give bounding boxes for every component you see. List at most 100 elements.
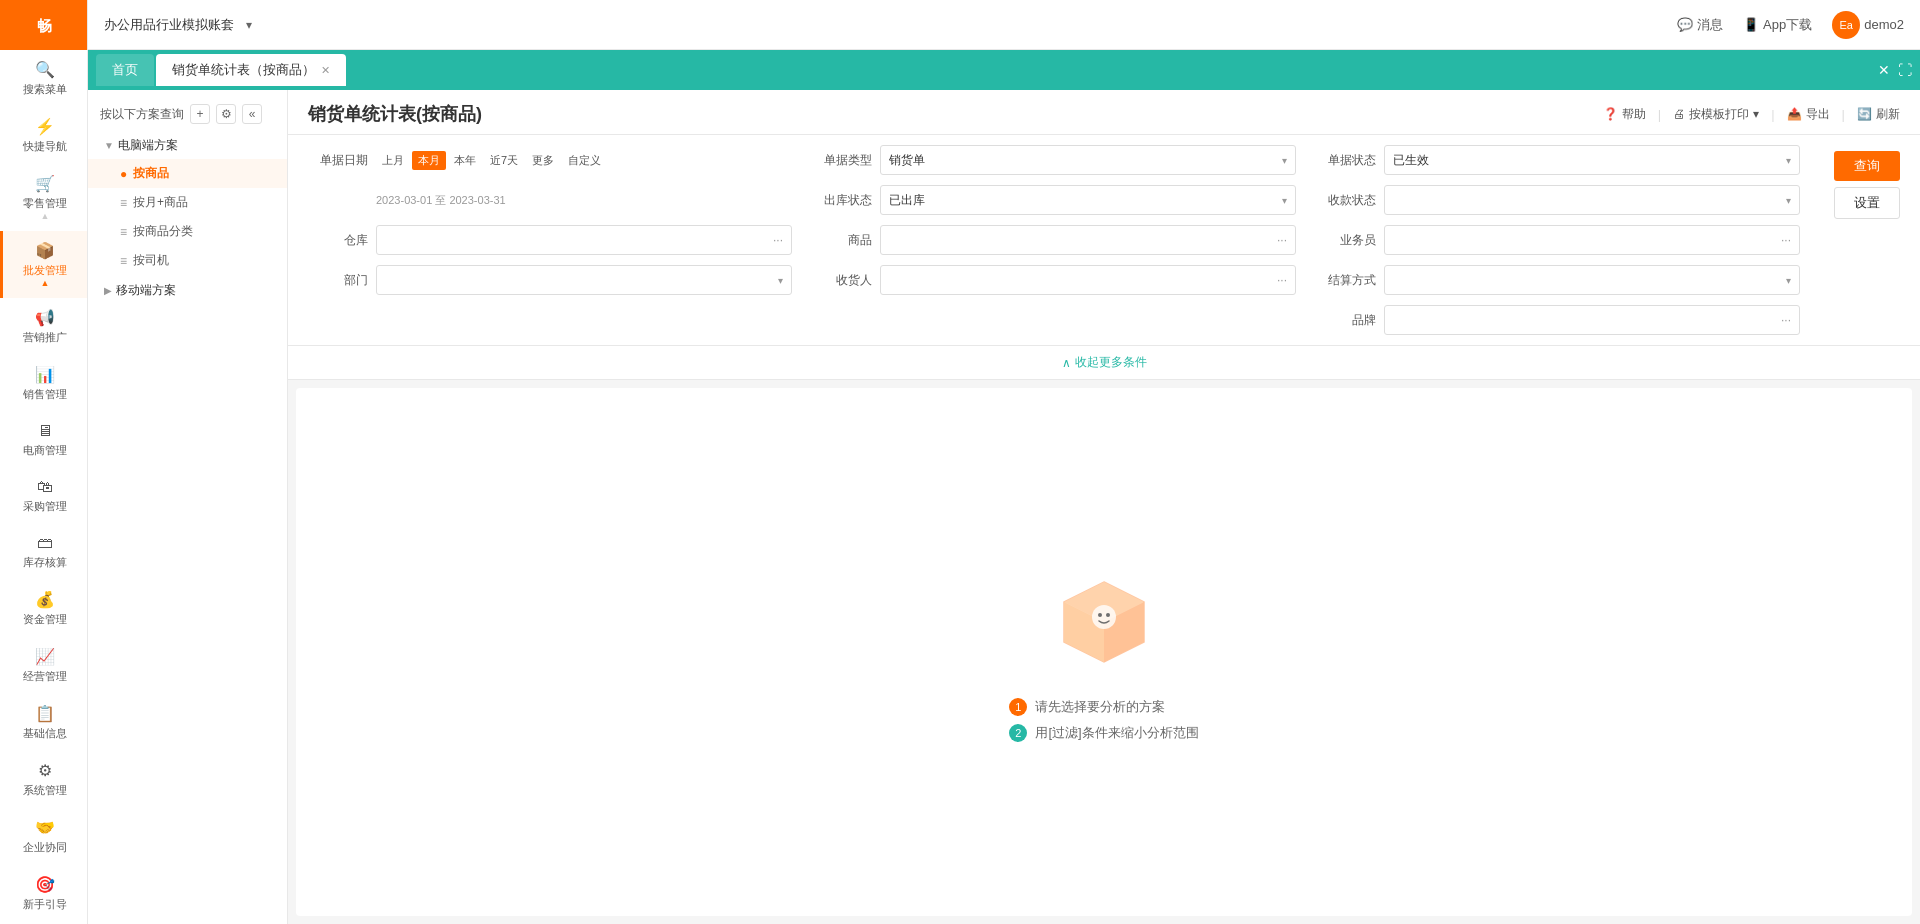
more-date-btn[interactable]: 更多 bbox=[526, 151, 560, 170]
message-label: 消息 bbox=[1697, 16, 1723, 34]
query-button[interactable]: 查询 bbox=[1834, 151, 1900, 181]
pc-group-title[interactable]: ▼ 电脑端方案 bbox=[88, 132, 287, 159]
enterprise-icon: 🤝 bbox=[35, 818, 55, 837]
settings-icon: ⚙ bbox=[221, 107, 232, 121]
sidebar-item-system[interactable]: ⚙ 系统管理 bbox=[0, 751, 87, 808]
outstatus-input[interactable]: 已出库 ▾ bbox=[880, 185, 1296, 215]
sidebar-item-basic[interactable]: 📋 基础信息 bbox=[0, 694, 87, 751]
left-item-by-product[interactable]: ● 按商品 bbox=[88, 159, 287, 188]
sidebar-item-inventory[interactable]: 🗃 库存核算 bbox=[0, 524, 87, 580]
left-item-by-category[interactable]: ≡ 按商品分类 bbox=[88, 217, 287, 246]
add-scheme-btn[interactable]: + bbox=[190, 104, 210, 124]
receiptstatus-label: 收款状态 bbox=[1316, 192, 1376, 209]
main-area: 办公用品行业模拟账套 ▾ 💬 消息 📱 App下载 Ea demo2 首页 bbox=[88, 0, 1920, 924]
collapse-label: 收起更多条件 bbox=[1075, 354, 1147, 371]
sidebar-item-marketing[interactable]: 📢 营销推广 bbox=[0, 298, 87, 355]
filter-receiptstatus-field: 收款状态 ▾ bbox=[1316, 185, 1800, 215]
mobile-group-title[interactable]: ▶ 移动端方案 bbox=[88, 277, 287, 304]
filter-doctype-field: 单据类型 销货单 ▾ bbox=[812, 145, 1296, 175]
brand-input[interactable]: ··· bbox=[1384, 305, 1800, 335]
tab-stats[interactable]: 销货单统计表（按商品） ✕ bbox=[156, 54, 346, 86]
settings-button[interactable]: 设置 bbox=[1834, 187, 1900, 219]
sidebar-item-enterprise[interactable]: 🤝 企业协同 bbox=[0, 808, 87, 865]
by-month-product-icon: ≡ bbox=[120, 196, 127, 210]
message-btn[interactable]: 💬 消息 bbox=[1677, 16, 1723, 34]
sidebar-item-search[interactable]: 🔍 搜索菜单 bbox=[0, 50, 87, 107]
sidebar-item-retail-label: 零售管理 bbox=[23, 196, 67, 211]
department-input[interactable]: ▾ bbox=[376, 265, 792, 295]
tip-text-1: 请先选择要分析的方案 bbox=[1035, 698, 1165, 716]
salesman-input[interactable]: ··· bbox=[1384, 225, 1800, 255]
refresh-btn[interactable]: 🔄 刷新 bbox=[1857, 106, 1900, 123]
close-window-btn[interactable]: ✕ bbox=[1878, 62, 1890, 78]
docstatus-input[interactable]: 已生效 ▾ bbox=[1384, 145, 1800, 175]
collapse-more-btn[interactable]: ∧ 收起更多条件 bbox=[1062, 354, 1147, 371]
warehouse-dots: ··· bbox=[773, 233, 783, 247]
this-year-btn[interactable]: 本年 bbox=[448, 151, 482, 170]
settlement-input[interactable]: ▾ bbox=[1384, 265, 1800, 295]
sales-icon: 📊 bbox=[35, 365, 55, 384]
sidebar-item-operations[interactable]: 📈 经营管理 bbox=[0, 637, 87, 694]
retail-arrow: ▲ bbox=[41, 211, 50, 221]
this-month-btn[interactable]: 本月 bbox=[412, 151, 446, 170]
avatar: Ea bbox=[1832, 11, 1860, 39]
salesman-dots: ··· bbox=[1781, 233, 1791, 247]
tabbar: 首页 销货单统计表（按商品） ✕ ✕ ⛶ bbox=[88, 50, 1920, 90]
sidebar: 畅 🔍 搜索菜单 ⚡ 快捷导航 🛒 零售管理 ▲ 📦 批发管理 ▲ 📢 营销推广… bbox=[0, 0, 88, 924]
tab-close-btn[interactable]: ✕ bbox=[321, 64, 330, 77]
date-range-display: 2023-03-01 至 2023-03-31 bbox=[376, 193, 792, 208]
sidebar-item-sales[interactable]: 📊 销售管理 bbox=[0, 355, 87, 412]
help-btn[interactable]: ❓ 帮助 bbox=[1603, 106, 1646, 123]
filter-outstatus-field: 出库状态 已出库 ▾ bbox=[812, 185, 1296, 215]
refresh-label: 刷新 bbox=[1876, 106, 1900, 123]
marketing-icon: 📢 bbox=[35, 308, 55, 327]
industry-dropdown-btn[interactable]: ▾ bbox=[246, 18, 252, 32]
collapse-row: ∧ 收起更多条件 bbox=[288, 346, 1920, 380]
by-category-icon: ≡ bbox=[120, 225, 127, 239]
collapse-panel-btn[interactable]: « bbox=[242, 104, 262, 124]
app-download-btn[interactable]: 📱 App下载 bbox=[1743, 16, 1812, 34]
product-input[interactable]: ··· bbox=[880, 225, 1296, 255]
empty-tip-1: 1 请先选择要分析的方案 bbox=[1009, 698, 1198, 716]
basic-icon: 📋 bbox=[35, 704, 55, 723]
template-print-btn[interactable]: 🖨 按模板打印 ▾ bbox=[1673, 106, 1759, 123]
tip-num-2: 2 bbox=[1009, 724, 1027, 742]
retail-icon: 🛒 bbox=[35, 174, 55, 193]
consignee-input[interactable]: ··· bbox=[880, 265, 1296, 295]
app-download-label: App下载 bbox=[1763, 16, 1812, 34]
tab-home[interactable]: 首页 bbox=[96, 54, 154, 86]
sidebar-item-wholesale[interactable]: 📦 批发管理 ▲ bbox=[0, 231, 87, 298]
custom-date-btn[interactable]: 自定义 bbox=[562, 151, 607, 170]
doctype-input[interactable]: 销货单 ▾ bbox=[880, 145, 1296, 175]
svg-text:畅: 畅 bbox=[36, 17, 51, 34]
content-area: 按以下方案查询 + ⚙ « ▼ 电脑端方案 ● 按商品 bbox=[88, 90, 1920, 924]
topbar-left: 办公用品行业模拟账套 ▾ bbox=[104, 16, 252, 34]
receiptstatus-input[interactable]: ▾ bbox=[1384, 185, 1800, 215]
sidebar-item-guide[interactable]: 🎯 新手引导 bbox=[0, 865, 87, 922]
add-icon: + bbox=[196, 107, 203, 121]
sidebar-item-quick-nav-label: 快捷导航 bbox=[23, 139, 67, 154]
left-item-by-month-product[interactable]: ≡ 按月+商品 bbox=[88, 188, 287, 217]
sidebar-item-quick-nav[interactable]: ⚡ 快捷导航 bbox=[0, 107, 87, 164]
docstatus-value: 已生效 bbox=[1393, 152, 1429, 169]
user-profile-btn[interactable]: Ea demo2 bbox=[1832, 11, 1904, 39]
pc-group-label: 电脑端方案 bbox=[118, 137, 178, 154]
warehouse-input[interactable]: ··· bbox=[376, 225, 792, 255]
export-label: 导出 bbox=[1806, 106, 1830, 123]
sidebar-item-retail[interactable]: 🛒 零售管理 ▲ bbox=[0, 164, 87, 231]
scheme-settings-btn[interactable]: ⚙ bbox=[216, 104, 236, 124]
mobile-group-label: 移动端方案 bbox=[116, 282, 176, 299]
sidebar-item-finance[interactable]: 💰 资金管理 bbox=[0, 580, 87, 637]
export-btn[interactable]: 📤 导出 bbox=[1787, 106, 1830, 123]
page-header: 销货单统计表(按商品) ❓ 帮助 | 🖨 按模板打印 ▾ | 📤 bbox=[288, 90, 1920, 135]
maximize-btn[interactable]: ⛶ bbox=[1898, 62, 1912, 78]
print-dropdown-arrow[interactable]: ▾ bbox=[1753, 107, 1759, 121]
page-header-actions: ❓ 帮助 | 🖨 按模板打印 ▾ | 📤 导出 | bbox=[1603, 106, 1900, 123]
department-label: 部门 bbox=[308, 272, 368, 289]
sidebar-item-finance-label: 资金管理 bbox=[23, 612, 67, 627]
left-item-by-cashier[interactable]: ≡ 按司机 bbox=[88, 246, 287, 275]
last-7days-btn[interactable]: 近7天 bbox=[484, 151, 524, 170]
sidebar-item-purchase[interactable]: 🛍 采购管理 bbox=[0, 468, 87, 524]
sidebar-item-ecommerce[interactable]: 🖥 电商管理 bbox=[0, 412, 87, 468]
last-month-btn[interactable]: 上月 bbox=[376, 151, 410, 170]
